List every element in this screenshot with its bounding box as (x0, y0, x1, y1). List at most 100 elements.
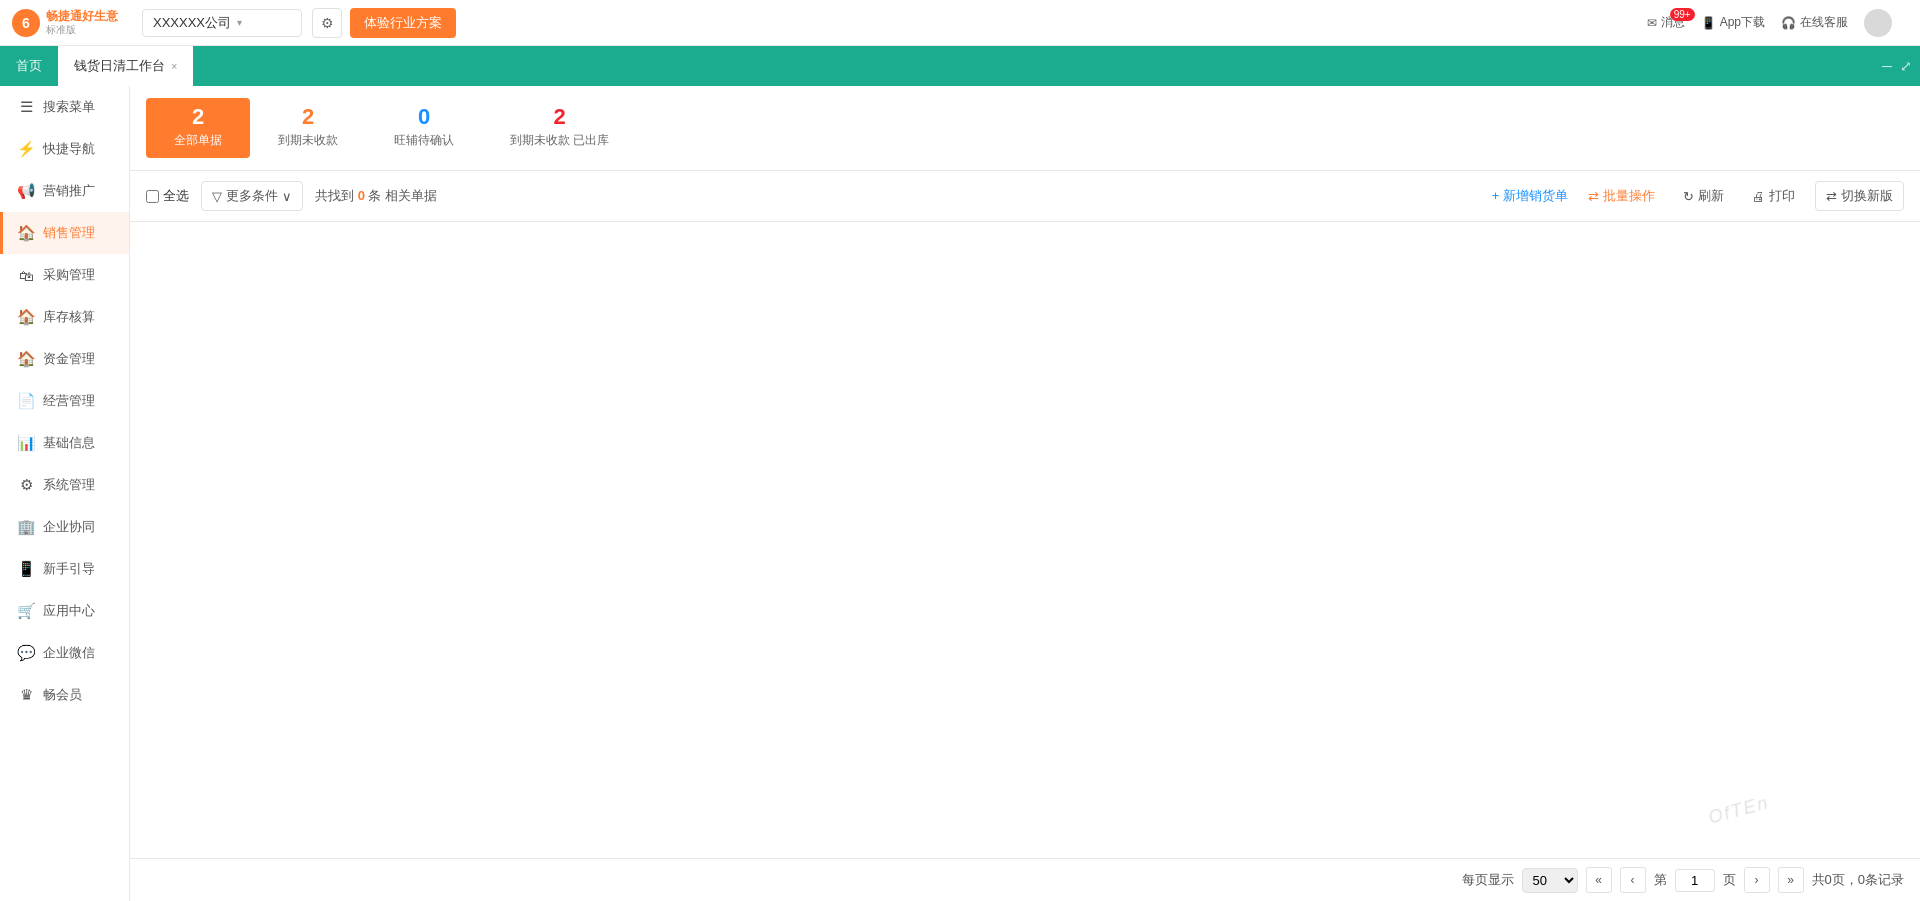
switch-icon: ⇄ (1826, 189, 1837, 204)
wechat-icon: 💬 (17, 644, 35, 662)
sidebar-item-app-center[interactable]: 🛒 应用中心 (0, 590, 129, 632)
sidebar-item-member[interactable]: ♛ 畅会员 (0, 674, 129, 716)
logo-text: 畅捷通好生意 标准版 (46, 9, 118, 35)
sales-icon: 🏠 (17, 224, 35, 242)
company-name: XXXXXX公司 (153, 14, 231, 32)
print-button[interactable]: 🖨 打印 (1744, 183, 1803, 209)
sidebar-item-marketing[interactable]: 📢 营销推广 (0, 170, 129, 212)
last-page-button[interactable]: » (1778, 867, 1804, 893)
sidebar-item-wechat[interactable]: 💬 企业微信 (0, 632, 129, 674)
chevron-icon: ∨ (282, 189, 292, 204)
table-area (130, 222, 1920, 858)
app-download-item[interactable]: 📱 App下载 (1701, 14, 1765, 31)
sidebar-item-purchase[interactable]: 🛍 采购管理 (0, 254, 129, 296)
main-layout: ☰ 搜索菜单 ⚡ 快捷导航 📢 营销推广 🏠 销售管理 🛍 采购管理 🏠 库存核… (0, 86, 1920, 901)
card-overdue-unpaid[interactable]: 2 到期未收款 (250, 98, 366, 158)
tab-minimize-icon[interactable]: ─ (1882, 58, 1892, 74)
card-wangwang-count: 0 (394, 104, 454, 130)
toolbar-left: 全选 ▽ 更多条件 ∨ 共找到 0 条 相关单据 (146, 181, 437, 211)
enterprise-icon: 🏢 (17, 518, 35, 536)
purchase-icon: 🛍 (17, 267, 35, 284)
total-label: 共0页，0条记录 (1812, 871, 1904, 889)
sidebar-item-sales[interactable]: 🏠 销售管理 (0, 212, 129, 254)
last-page-icon: » (1787, 873, 1794, 887)
sidebar-item-system[interactable]: ⚙ 系统管理 (0, 464, 129, 506)
toolbar-right: + 新增销货单 ⇄ 批量操作 ↻ 刷新 🖨 打印 ⇄ 切换新版 (1492, 181, 1904, 211)
headset-icon: 🎧 (1781, 16, 1796, 30)
page-input[interactable] (1675, 869, 1715, 892)
prev-page-button[interactable]: ‹ (1620, 867, 1646, 893)
system-icon: ⚙ (17, 476, 35, 494)
first-page-icon: « (1595, 873, 1602, 887)
company-selector[interactable]: XXXXXX公司 ▾ (142, 9, 302, 37)
empty-state (130, 222, 1920, 858)
message-item[interactable]: ✉ 消息 99+ (1647, 14, 1685, 31)
header-right: ✉ 消息 99+ 📱 App下载 🎧 在线客服 (1647, 9, 1908, 37)
toolbar: 全选 ▽ 更多条件 ∨ 共找到 0 条 相关单据 + 新增销货单 ⇄ 批量操作 (130, 171, 1920, 222)
sidebar-item-inventory[interactable]: 🏠 库存核算 (0, 296, 129, 338)
sidebar-item-search-menu[interactable]: ☰ 搜索菜单 (0, 86, 129, 128)
refresh-button[interactable]: ↻ 刷新 (1675, 183, 1732, 209)
first-page-button[interactable]: « (1586, 867, 1612, 893)
filter-button[interactable]: ▽ 更多条件 ∨ (201, 181, 303, 211)
page-label: 第 (1654, 871, 1667, 889)
header-actions: ⚙ 体验行业方案 (312, 8, 456, 38)
logo-area: 6 畅捷通好生意 标准版 (12, 9, 142, 37)
sidebar-item-guide[interactable]: 📱 新手引导 (0, 548, 129, 590)
page-suffix: 页 (1723, 871, 1736, 889)
per-page-select[interactable]: 50 20 100 (1522, 868, 1578, 893)
print-icon: 🖨 (1752, 189, 1765, 204)
switch-version-button[interactable]: ⇄ 切换新版 (1815, 181, 1904, 211)
app-download-label: App下载 (1720, 14, 1765, 31)
next-page-button[interactable]: › (1744, 867, 1770, 893)
per-page-label: 每页显示 (1462, 871, 1514, 889)
card-undelivered-label: 到期未收款 已出库 (510, 132, 609, 149)
filter-icon: ▽ (212, 189, 222, 204)
app-center-icon: 🛒 (17, 602, 35, 620)
select-all-checkbox-label[interactable]: 全选 (146, 187, 189, 205)
online-service-item[interactable]: 🎧 在线客服 (1781, 14, 1848, 31)
sidebar-item-enterprise[interactable]: 🏢 企业协同 (0, 506, 129, 548)
refresh-icon: ↻ (1683, 189, 1694, 204)
tab-active[interactable]: 钱货日清工作台 × (58, 46, 193, 86)
guide-icon: 📱 (17, 560, 35, 578)
industry-button[interactable]: 体验行业方案 (350, 8, 456, 38)
logo-icon: 6 (12, 9, 40, 37)
prev-page-icon: ‹ (1631, 873, 1635, 887)
card-undelivered-count: 2 (510, 104, 609, 130)
download-icon: 📱 (1701, 16, 1716, 30)
tab-home[interactable]: 首页 (0, 46, 58, 86)
chevron-down-icon: ▾ (237, 17, 242, 28)
found-text: 共找到 0 条 相关单据 (315, 187, 437, 205)
tab-expand-icon[interactable]: ⤢ (1900, 58, 1912, 74)
batch-icon: ⇄ (1588, 189, 1599, 204)
select-all-checkbox[interactable] (146, 190, 159, 203)
tab-controls: ─ ⤢ (1874, 58, 1920, 74)
sidebar: ☰ 搜索菜单 ⚡ 快捷导航 📢 营销推广 🏠 销售管理 🛍 采购管理 🏠 库存核… (0, 86, 130, 901)
settings-button[interactable]: ⚙ (312, 8, 342, 38)
card-all[interactable]: 2 全部单据 (146, 98, 250, 158)
sidebar-item-quick-nav[interactable]: ⚡ 快捷导航 (0, 128, 129, 170)
pagination-bar: 每页显示 50 20 100 « ‹ 第 页 › » 共0页，0条记录 (130, 858, 1920, 901)
sidebar-item-finance[interactable]: 🏠 资金管理 (0, 338, 129, 380)
sidebar-item-operations[interactable]: 📄 经营管理 (0, 380, 129, 422)
card-overdue-undelivered[interactable]: 2 到期未收款 已出库 (482, 98, 637, 158)
online-service-label: 在线客服 (1800, 14, 1848, 31)
inventory-icon: 🏠 (17, 308, 35, 326)
basic-info-icon: 📊 (17, 434, 35, 452)
tab-bar: 首页 钱货日清工作台 × ─ ⤢ (0, 46, 1920, 86)
tab-close-icon[interactable]: × (171, 60, 177, 72)
found-count: 0 (358, 188, 365, 203)
card-wangwang[interactable]: 0 旺辅待确认 (366, 98, 482, 158)
quick-nav-icon: ⚡ (17, 140, 35, 158)
sidebar-item-basic-info[interactable]: 📊 基础信息 (0, 422, 129, 464)
new-sale-button[interactable]: + 新增销货单 (1492, 187, 1568, 205)
batch-ops-button[interactable]: ⇄ 批量操作 (1580, 183, 1663, 209)
search-menu-icon: ☰ (17, 98, 35, 116)
avatar[interactable] (1864, 9, 1892, 37)
card-all-label: 全部单据 (174, 132, 222, 149)
summary-cards: 2 全部单据 2 到期未收款 0 旺辅待确认 2 到期未收款 已出库 (130, 86, 1920, 171)
marketing-icon: 📢 (17, 182, 35, 200)
message-badge: 99+ (1670, 8, 1695, 21)
member-icon: ♛ (17, 686, 35, 704)
